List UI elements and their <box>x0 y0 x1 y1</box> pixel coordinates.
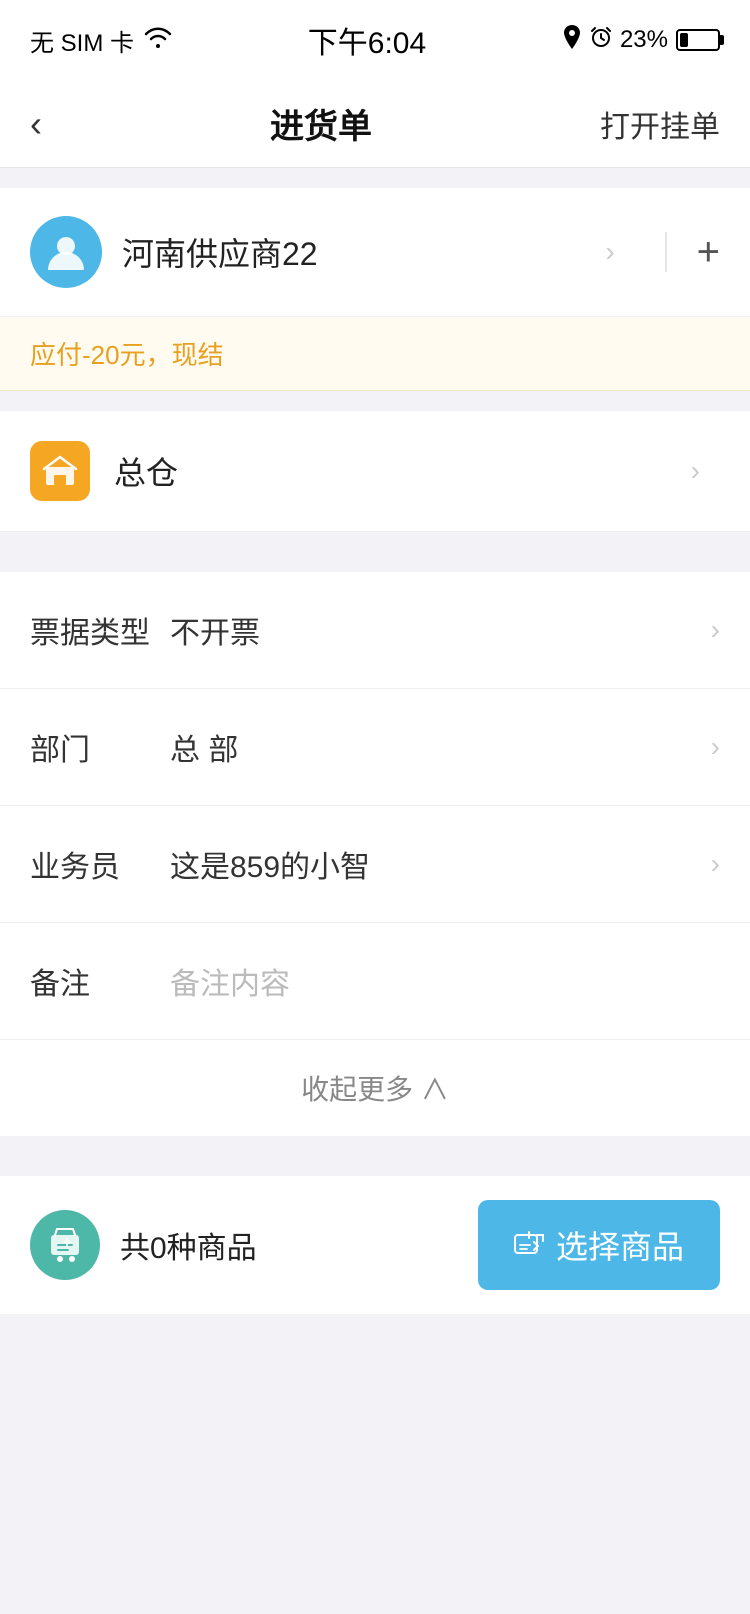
select-product-label: 选择商品 <box>556 1222 684 1268</box>
salesperson-label: 业务员 <box>30 842 170 886</box>
warehouse-name: 总仓 <box>114 448 691 494</box>
location-icon <box>562 25 582 56</box>
section-divider-1 <box>0 168 750 188</box>
cart-icon-circle <box>30 1210 100 1280</box>
collapse-bar[interactable]: 收起更多 ∧ <box>0 1039 750 1136</box>
add-supplier-button[interactable]: + <box>697 230 720 275</box>
content-area <box>0 1314 750 1614</box>
invoice-type-value: 不开票 <box>170 608 711 652</box>
back-button[interactable]: ‹ <box>30 103 42 145</box>
remark-card: 备注 备注内容 <box>0 923 750 1039</box>
remark-value[interactable]: 备注内容 <box>170 959 720 1003</box>
status-time: 下午6:04 <box>308 18 426 62</box>
salesperson-value: 这是859的小智 <box>170 842 711 886</box>
invoice-type-card: 票据类型 不开票 › <box>0 572 750 688</box>
page-title: 进货单 <box>270 99 372 148</box>
salesperson-row[interactable]: 业务员 这是859的小智 › <box>0 806 750 922</box>
remark-row[interactable]: 备注 备注内容 <box>0 923 750 1039</box>
battery-icon <box>676 29 720 51</box>
section-divider-4 <box>0 1136 750 1156</box>
bottom-bar: 共0种商品 选择商品 <box>0 1176 750 1314</box>
supplier-row[interactable]: 河南供应商22 › + <box>0 188 750 317</box>
invoice-type-row[interactable]: 票据类型 不开票 › <box>0 572 750 688</box>
product-count-label: 共0种商品 <box>120 1223 458 1267</box>
department-chevron-icon: › <box>711 731 720 763</box>
status-bar: 无 SIM 卡 下午6:04 23% <box>0 0 750 80</box>
department-label: 部门 <box>30 725 170 769</box>
salesperson-card: 业务员 这是859的小智 › <box>0 806 750 922</box>
status-right: 23% <box>562 25 720 56</box>
supplier-card: 河南供应商22 › + 应付-20元，现结 <box>0 188 750 391</box>
supplier-name: 河南供应商22 <box>122 229 585 275</box>
remark-label: 备注 <box>30 959 170 1003</box>
salesperson-chevron-icon: › <box>711 848 720 880</box>
department-value: 总 部 <box>170 725 711 769</box>
status-left: 无 SIM 卡 <box>30 23 172 58</box>
invoice-type-label: 票据类型 <box>30 608 170 652</box>
nav-bar: ‹ 进货单 打开挂单 <box>0 80 750 168</box>
warehouse-row[interactable]: 总仓 › <box>0 411 750 532</box>
section-divider-3 <box>0 552 750 572</box>
warehouse-icon-circle <box>30 441 90 501</box>
invoice-type-chevron-icon: › <box>711 614 720 646</box>
notice-banner: 应付-20元，现结 <box>0 317 750 391</box>
department-card: 部门 总 部 › <box>0 689 750 805</box>
battery-percent: 23% <box>620 26 668 54</box>
warehouse-chevron-icon: › <box>691 455 700 487</box>
carrier-label: 无 SIM 卡 <box>30 23 134 58</box>
form-section: 票据类型 不开票 › 部门 总 部 › 业务员 这是859的小智 › 备注 备注… <box>0 552 750 1136</box>
section-divider-2 <box>0 391 750 411</box>
supplier-divider <box>665 232 667 272</box>
warehouse-card: 总仓 › <box>0 411 750 532</box>
alarm-icon <box>590 26 612 55</box>
supplier-chevron-icon: › <box>605 236 614 268</box>
select-product-button[interactable]: 选择商品 <box>478 1200 720 1290</box>
department-row[interactable]: 部门 总 部 › <box>0 689 750 805</box>
open-pending-button[interactable]: 打开挂单 <box>600 102 720 146</box>
supplier-avatar <box>30 216 102 288</box>
wifi-icon <box>144 26 172 55</box>
